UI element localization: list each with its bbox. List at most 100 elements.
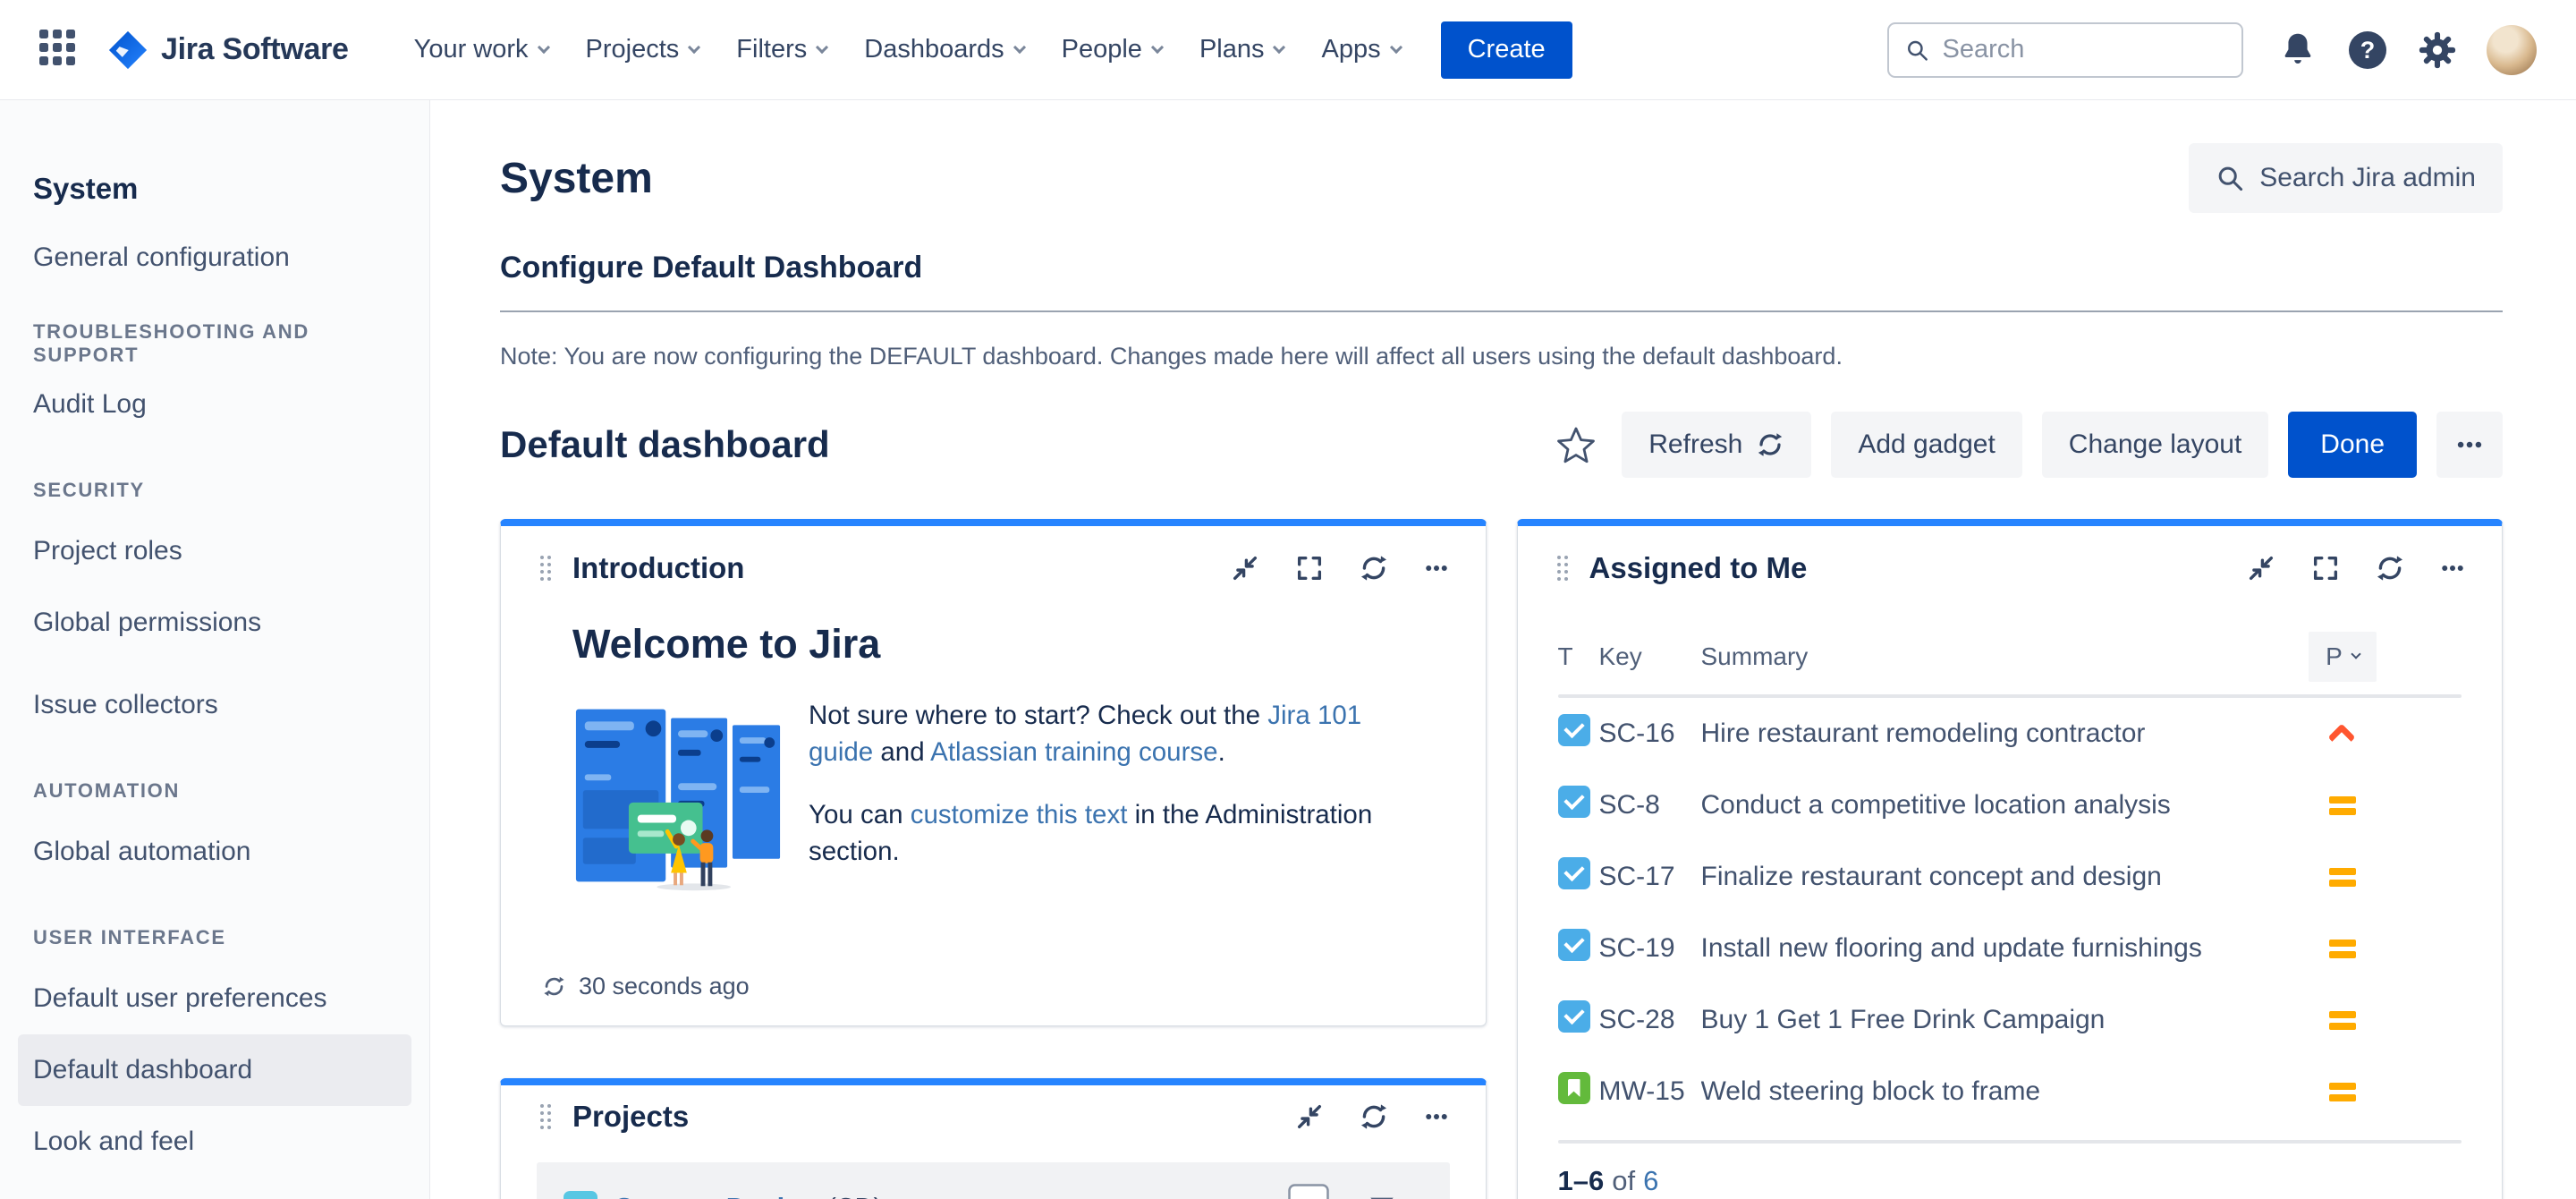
sidebar-item-look-and-feel[interactable]: Look and feel <box>18 1106 411 1178</box>
sidebar-item-general-configuration[interactable]: General configuration <box>18 222 411 293</box>
intro-text-segment: Not sure where to start? Check out the <box>809 701 1268 730</box>
drag-handle-icon[interactable] <box>1556 556 1568 581</box>
more-options-icon[interactable] <box>2439 555 2466 582</box>
page-title: System <box>500 154 653 202</box>
nav-plans[interactable]: Plans <box>1181 21 1303 79</box>
customize-this-text-link[interactable]: customize this text <box>911 800 1128 829</box>
refresh-icon[interactable] <box>1359 1101 1389 1132</box>
sidebar-item-default-user-preferences[interactable]: Default user preferences <box>18 963 411 1034</box>
search-icon <box>2218 166 2243 191</box>
minimize-icon[interactable] <box>2246 553 2276 583</box>
more-options-icon[interactable] <box>1423 555 1450 582</box>
app-shell: System General configuration TROUBLESHOO… <box>0 100 2576 1199</box>
table-divider <box>1557 1140 2462 1144</box>
column-header-priority[interactable]: P <box>2309 632 2377 682</box>
welcome-illustration <box>575 709 781 891</box>
create-button[interactable]: Create <box>1440 21 1572 79</box>
section-title: Configure Default Dashboard <box>500 251 923 285</box>
priority-icon <box>2329 938 2356 959</box>
issue-summary-link[interactable]: Finalize restaurant concept and design <box>1701 862 2309 892</box>
nav-apps[interactable]: Apps <box>1302 21 1419 79</box>
more-options-icon[interactable] <box>2436 412 2503 478</box>
pagination-total-link[interactable]: 6 <box>1643 1165 1658 1197</box>
dashboard-header: Default dashboard Refresh Add gadget Cha… <box>500 412 2503 478</box>
issue-summary-link[interactable]: Buy 1 Get 1 Free Drink Campaign <box>1701 1005 2309 1035</box>
issue-type-icon <box>1557 1000 1590 1033</box>
project-link[interactable]: Content Design <box>614 1192 818 1199</box>
chevron-down-icon <box>1273 40 1286 54</box>
sidebar-item-global-automation[interactable]: Global automation <box>18 816 411 888</box>
issue-row: SC-8 Conduct a competitive location anal… <box>1557 770 2462 841</box>
expand-icon[interactable] <box>2310 553 2341 583</box>
chevron-down-icon <box>1150 40 1165 54</box>
sidebar-item-global-permissions[interactable]: Global permissions <box>18 587 411 659</box>
sidebar-item-audit-log[interactable]: Audit Log <box>18 369 411 440</box>
user-avatar[interactable] <box>2487 24 2537 75</box>
column-header-key[interactable]: Key <box>1599 642 1701 671</box>
search-jira-admin-label: Search Jira admin <box>2259 163 2476 192</box>
issue-type-icon <box>1557 857 1590 889</box>
app-switcher-icon[interactable] <box>39 29 80 71</box>
sidebar-section-automation: AUTOMATION <box>33 779 181 802</box>
project-row-tools <box>1287 1184 1423 1199</box>
nav-label: Filters <box>736 35 808 64</box>
chart-icon[interactable] <box>1287 1184 1329 1199</box>
done-button[interactable]: Done <box>2288 412 2417 478</box>
nav-your-work[interactable]: Your work <box>395 21 567 79</box>
change-layout-button[interactable]: Change layout <box>2041 412 2269 478</box>
drag-handle-icon[interactable] <box>540 556 551 581</box>
nav-label: Your work <box>413 35 529 64</box>
issue-key-link[interactable]: MW-15 <box>1599 1076 1701 1107</box>
nav-label: People <box>1061 35 1142 64</box>
minimize-icon[interactable] <box>1294 1101 1325 1132</box>
add-gadget-button[interactable]: Add gadget <box>1831 412 2022 478</box>
gadget-header: Assigned to Me <box>1518 526 2503 585</box>
chevron-down-icon <box>2351 649 2361 659</box>
settings-gear-icon[interactable] <box>2417 30 2458 71</box>
priority-icon <box>2329 866 2356 888</box>
gadget-toolbar <box>1294 1101 1450 1132</box>
issue-key-link[interactable]: SC-19 <box>1599 933 1701 964</box>
issue-summary-link[interactable]: Weld steering block to frame <box>1701 1076 2309 1107</box>
gadget-footer: 30 seconds ago <box>542 973 750 1000</box>
notifications-icon[interactable] <box>2277 30 2318 71</box>
issue-key-link[interactable]: SC-16 <box>1599 719 1701 749</box>
drag-handle-icon[interactable] <box>540 1104 551 1129</box>
more-options-icon[interactable] <box>1423 1103 1450 1130</box>
column-header-type[interactable]: T <box>1558 642 1599 671</box>
gadget-introduction: Introduction Welcome to Jira Not sure wh… <box>500 519 1487 1026</box>
gadget-grid: Introduction Welcome to Jira Not sure wh… <box>500 519 2503 1199</box>
search-input[interactable] <box>1942 35 2225 64</box>
last-refresh-text: 30 seconds ago <box>579 973 750 999</box>
nav-projects[interactable]: Projects <box>567 21 718 79</box>
sidebar-item-default-dashboard[interactable]: Default dashboard <box>18 1034 411 1106</box>
refresh-button[interactable]: Refresh <box>1622 412 1812 478</box>
nav-label: Apps <box>1321 35 1381 64</box>
issue-summary-link[interactable]: Install new flooring and update furnishi… <box>1701 933 2309 964</box>
expand-icon[interactable] <box>1294 553 1325 583</box>
jira-logo[interactable]: Jira Software <box>106 28 349 72</box>
search-jira-admin-button[interactable]: Search Jira admin <box>2189 143 2503 213</box>
help-icon[interactable]: ? <box>2347 30 2388 71</box>
sidebar-item-project-roles[interactable]: Project roles <box>18 515 411 587</box>
favorite-star-icon[interactable] <box>1555 424 1597 465</box>
refresh-icon[interactable] <box>2375 553 2405 583</box>
refresh-icon[interactable] <box>1359 553 1389 583</box>
filter-icon[interactable] <box>1367 1193 1397 1199</box>
issue-key-link[interactable]: SC-8 <box>1599 790 1701 821</box>
refresh-icon[interactable] <box>542 974 566 999</box>
sidebar-item-issue-collectors[interactable]: Issue collectors <box>18 669 411 741</box>
issue-row: SC-17 Finalize restaurant concept and de… <box>1557 841 2462 913</box>
column-header-summary[interactable]: Summary <box>1701 642 2309 671</box>
priority-icon <box>2329 723 2356 744</box>
admin-sidebar: System General configuration TROUBLESHOO… <box>0 100 430 1199</box>
atlassian-training-course-link[interactable]: Atlassian training course <box>930 737 1217 767</box>
issue-key-link[interactable]: SC-28 <box>1599 1005 1701 1035</box>
nav-filters[interactable]: Filters <box>717 21 845 79</box>
nav-dashboards[interactable]: Dashboards <box>845 21 1042 79</box>
issue-summary-link[interactable]: Hire restaurant remodeling contractor <box>1701 719 2309 749</box>
nav-people[interactable]: People <box>1043 21 1181 79</box>
issue-summary-link[interactable]: Conduct a competitive location analysis <box>1701 790 2309 821</box>
issue-key-link[interactable]: SC-17 <box>1599 862 1701 892</box>
minimize-icon[interactable] <box>1230 553 1260 583</box>
